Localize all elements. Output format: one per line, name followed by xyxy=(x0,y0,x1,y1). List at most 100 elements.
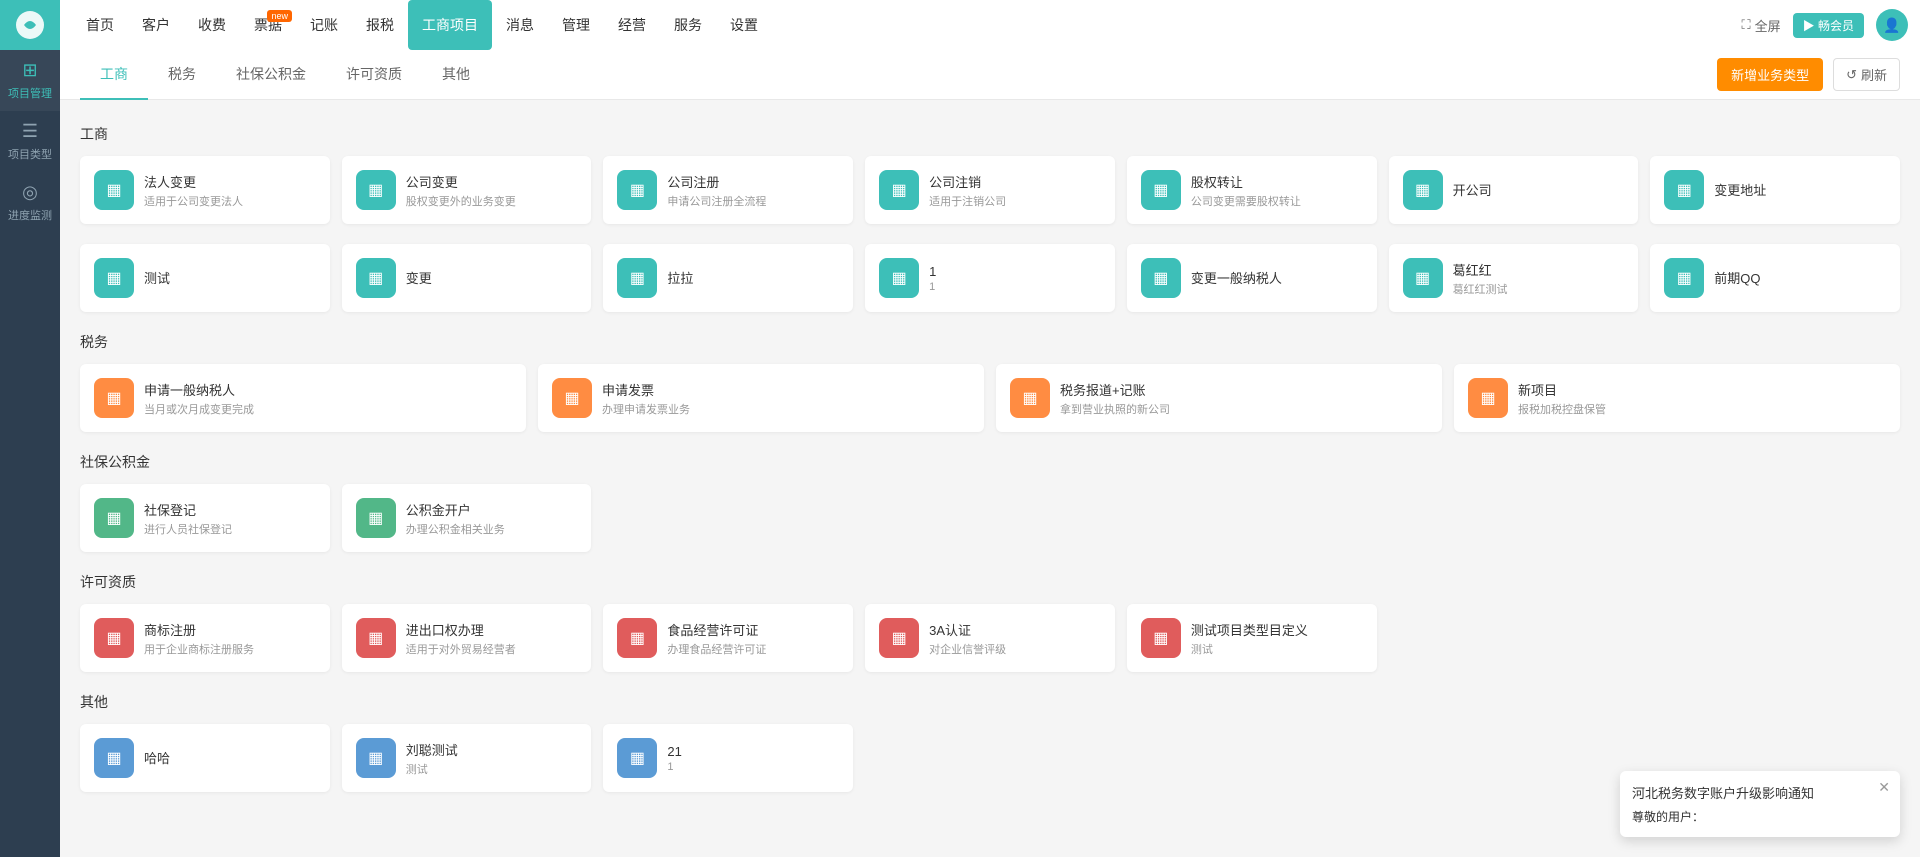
card-name: 葛红红 xyxy=(1453,260,1625,279)
card-info: 公司注销 适用于注销公司 xyxy=(929,172,1101,209)
biz-card-gongsi-biange[interactable]: ▦ 公司变更 股权变更外的业务变更 xyxy=(342,156,592,224)
nav-manage[interactable]: 管理 xyxy=(548,0,604,50)
biz-card-shebao-dengji[interactable]: ▦ 社保登记 进行人员社保登记 xyxy=(80,484,330,552)
card-desc: 办理食品经营许可证 xyxy=(667,641,839,657)
vip-button[interactable]: ▶ 畅会员 xyxy=(1793,13,1864,38)
fullscreen-button[interactable]: ⛶ 全屏 xyxy=(1742,16,1781,35)
biz-card-haha[interactable]: ▦ 哈哈 xyxy=(80,724,330,792)
sidebar-item-project-type[interactable]: ☰ 项目类型 xyxy=(0,111,60,172)
new-type-button[interactable]: 新增业务类型 xyxy=(1717,58,1823,91)
nav-settings[interactable]: 设置 xyxy=(716,0,772,50)
biz-card-kai-gongsi[interactable]: ▦ 开公司 xyxy=(1389,156,1639,224)
nav-operation[interactable]: 经营 xyxy=(604,0,660,50)
card-desc: 报税加税控盘保管 xyxy=(1518,401,1886,417)
biz-card-faren-biange[interactable]: ▦ 法人变更 适用于公司变更法人 xyxy=(80,156,330,224)
biz-card-guquan-zhuanrang[interactable]: ▦ 股权转让 公司变更需要股权转让 xyxy=(1127,156,1377,224)
biz-card-twenty-one[interactable]: ▦ 21 1 xyxy=(603,724,853,792)
content-area: 工商 税务 社保公积金 许可资质 其他 新增业务类型 ↺ 刷新 工商 ▦ 法人变… xyxy=(60,50,1920,857)
card-icon: ▦ xyxy=(617,170,657,210)
nav-invoice[interactable]: 票据 new xyxy=(240,0,296,50)
card-icon: ▦ xyxy=(617,738,657,778)
notification-close[interactable]: ✕ xyxy=(1878,779,1890,796)
progress-monitor-icon: ◎ xyxy=(22,182,38,203)
card-desc: 适用于对外贸易经营者 xyxy=(406,641,578,657)
biz-card-xin-xiangmu[interactable]: ▦ 新项目 报税加税控盘保管 xyxy=(1454,364,1900,432)
card-icon: ▦ xyxy=(1664,258,1704,298)
card-name: 公司注册 xyxy=(667,172,839,191)
card-desc: 当月或次月成变更完成 xyxy=(144,401,512,417)
card-desc: 办理公积金相关业务 xyxy=(406,521,578,537)
qita-title: 其他 xyxy=(80,692,1900,712)
card-info: 变更一般纳税人 xyxy=(1191,268,1363,289)
card-info: 变更地址 xyxy=(1714,180,1886,201)
gongshang-title: 工商 xyxy=(80,124,1900,144)
biz-card-shipin-xuke[interactable]: ▦ 食品经营许可证 办理食品经营许可证 xyxy=(603,604,853,672)
nav-customer[interactable]: 客户 xyxy=(128,0,184,50)
nav-billing[interactable]: 收费 xyxy=(184,0,240,50)
biz-card-gongsi-zhuce[interactable]: ▦ 公司注册 申请公司注册全流程 xyxy=(603,156,853,224)
tab-xuke[interactable]: 许可资质 xyxy=(326,50,422,100)
nav-tax[interactable]: 报税 xyxy=(352,0,408,50)
sidebar-item-progress-monitor[interactable]: ◎ 进度监测 xyxy=(0,172,60,233)
card-icon: ▦ xyxy=(1141,258,1181,298)
project-manage-icon: ⊞ xyxy=(22,60,37,81)
biz-card-jinchukou-banli[interactable]: ▦ 进出口权办理 适用于对外贸易经营者 xyxy=(342,604,592,672)
biz-card-shenqing-naShuiren[interactable]: ▦ 申请一般纳税人 当月或次月成变更完成 xyxy=(80,364,526,432)
card-info: 变更 xyxy=(406,268,578,289)
biz-card-biange-dizhi[interactable]: ▦ 变更地址 xyxy=(1650,156,1900,224)
card-name: 拉拉 xyxy=(667,268,839,287)
topnav: 首页 客户 收费 票据 new 记账 报税 工商项目 消息 管理 经营 服务 设… xyxy=(60,0,1920,50)
card-desc: 拿到营业执照的新公司 xyxy=(1060,401,1428,417)
biz-card-qianqi-qq[interactable]: ▦ 前期QQ xyxy=(1650,244,1900,312)
biz-card-3a-renzheng[interactable]: ▦ 3A认证 对企业信誉评级 xyxy=(865,604,1115,672)
biz-card-gongjijin-kaiku[interactable]: ▦ 公积金开户 办理公积金相关业务 xyxy=(342,484,592,552)
card-name: 法人变更 xyxy=(144,172,316,191)
biz-card-mahonghong[interactable]: ▦ 葛红红 葛红红测试 xyxy=(1389,244,1639,312)
shuiwu-title: 税务 xyxy=(80,332,1900,352)
card-desc: 进行人员社保登记 xyxy=(144,521,316,537)
biz-card-ceshi[interactable]: ▦ 测试 xyxy=(80,244,330,312)
nav-message[interactable]: 消息 xyxy=(492,0,548,50)
card-icon: ▦ xyxy=(879,170,919,210)
biz-card-shenqing-fapiao[interactable]: ▦ 申请发票 办理申请发票业务 xyxy=(538,364,984,432)
tab-shebao[interactable]: 社保公积金 xyxy=(216,50,326,100)
nav-accounting[interactable]: 记账 xyxy=(296,0,352,50)
card-info: 新项目 报税加税控盘保管 xyxy=(1518,380,1886,417)
biz-card-liuceyingceshi[interactable]: ▦ 刘聪测试 测试 xyxy=(342,724,592,792)
card-name: 社保登记 xyxy=(144,500,316,519)
nav-bizproject[interactable]: 工商项目 xyxy=(408,0,492,50)
tab-qita[interactable]: 其他 xyxy=(422,50,490,100)
refresh-button[interactable]: ↺ 刷新 xyxy=(1833,58,1900,91)
vip-icon: ▶ xyxy=(1803,19,1815,33)
card-icon: ▦ xyxy=(94,170,134,210)
card-info: 申请发票 办理申请发票业务 xyxy=(602,380,970,417)
biz-card-gongsi-zhuxiao[interactable]: ▦ 公司注销 适用于注销公司 xyxy=(865,156,1115,224)
card-icon: ▦ xyxy=(1141,170,1181,210)
biz-card-one-one[interactable]: ▦ 1 1 xyxy=(865,244,1115,312)
avatar[interactable]: 👤 xyxy=(1876,9,1908,41)
tab-gongshang[interactable]: 工商 xyxy=(80,50,148,100)
tab-shuiwu[interactable]: 税务 xyxy=(148,50,216,100)
biz-card-ceshi-xiangmu[interactable]: ▦ 测试项目类型目定义 测试 xyxy=(1127,604,1377,672)
card-name: 前期QQ xyxy=(1714,268,1886,287)
sidebar-item-project-manage[interactable]: ⊞ 项目管理 xyxy=(0,50,60,111)
biz-card-lala[interactable]: ▦ 拉拉 xyxy=(603,244,853,312)
card-desc: 1 xyxy=(929,281,1101,293)
card-info: 公积金开户 办理公积金相关业务 xyxy=(406,500,578,537)
card-icon: ▦ xyxy=(879,258,919,298)
card-info: 食品经营许可证 办理食品经营许可证 xyxy=(667,620,839,657)
sidebar-item-label: 项目类型 xyxy=(8,146,52,162)
nav-home[interactable]: 首页 xyxy=(72,0,128,50)
biz-card-biange-納税[interactable]: ▦ 变更一般纳税人 xyxy=(1127,244,1377,312)
card-name: 申请发票 xyxy=(602,380,970,399)
card-info: 公司变更 股权变更外的业务变更 xyxy=(406,172,578,209)
card-info: 开公司 xyxy=(1453,180,1625,201)
card-name: 3A认证 xyxy=(929,620,1101,639)
biz-card-shuiwu-baodao[interactable]: ▦ 税务报道+记账 拿到营业执照的新公司 xyxy=(996,364,1442,432)
biz-card-biange[interactable]: ▦ 变更 xyxy=(342,244,592,312)
biz-card-shangbiao-zhuce[interactable]: ▦ 商标注册 用于企业商标注册服务 xyxy=(80,604,330,672)
nav-service[interactable]: 服务 xyxy=(660,0,716,50)
card-info: 拉拉 xyxy=(667,268,839,289)
card-info: 1 1 xyxy=(929,264,1101,293)
card-icon: ▦ xyxy=(356,258,396,298)
